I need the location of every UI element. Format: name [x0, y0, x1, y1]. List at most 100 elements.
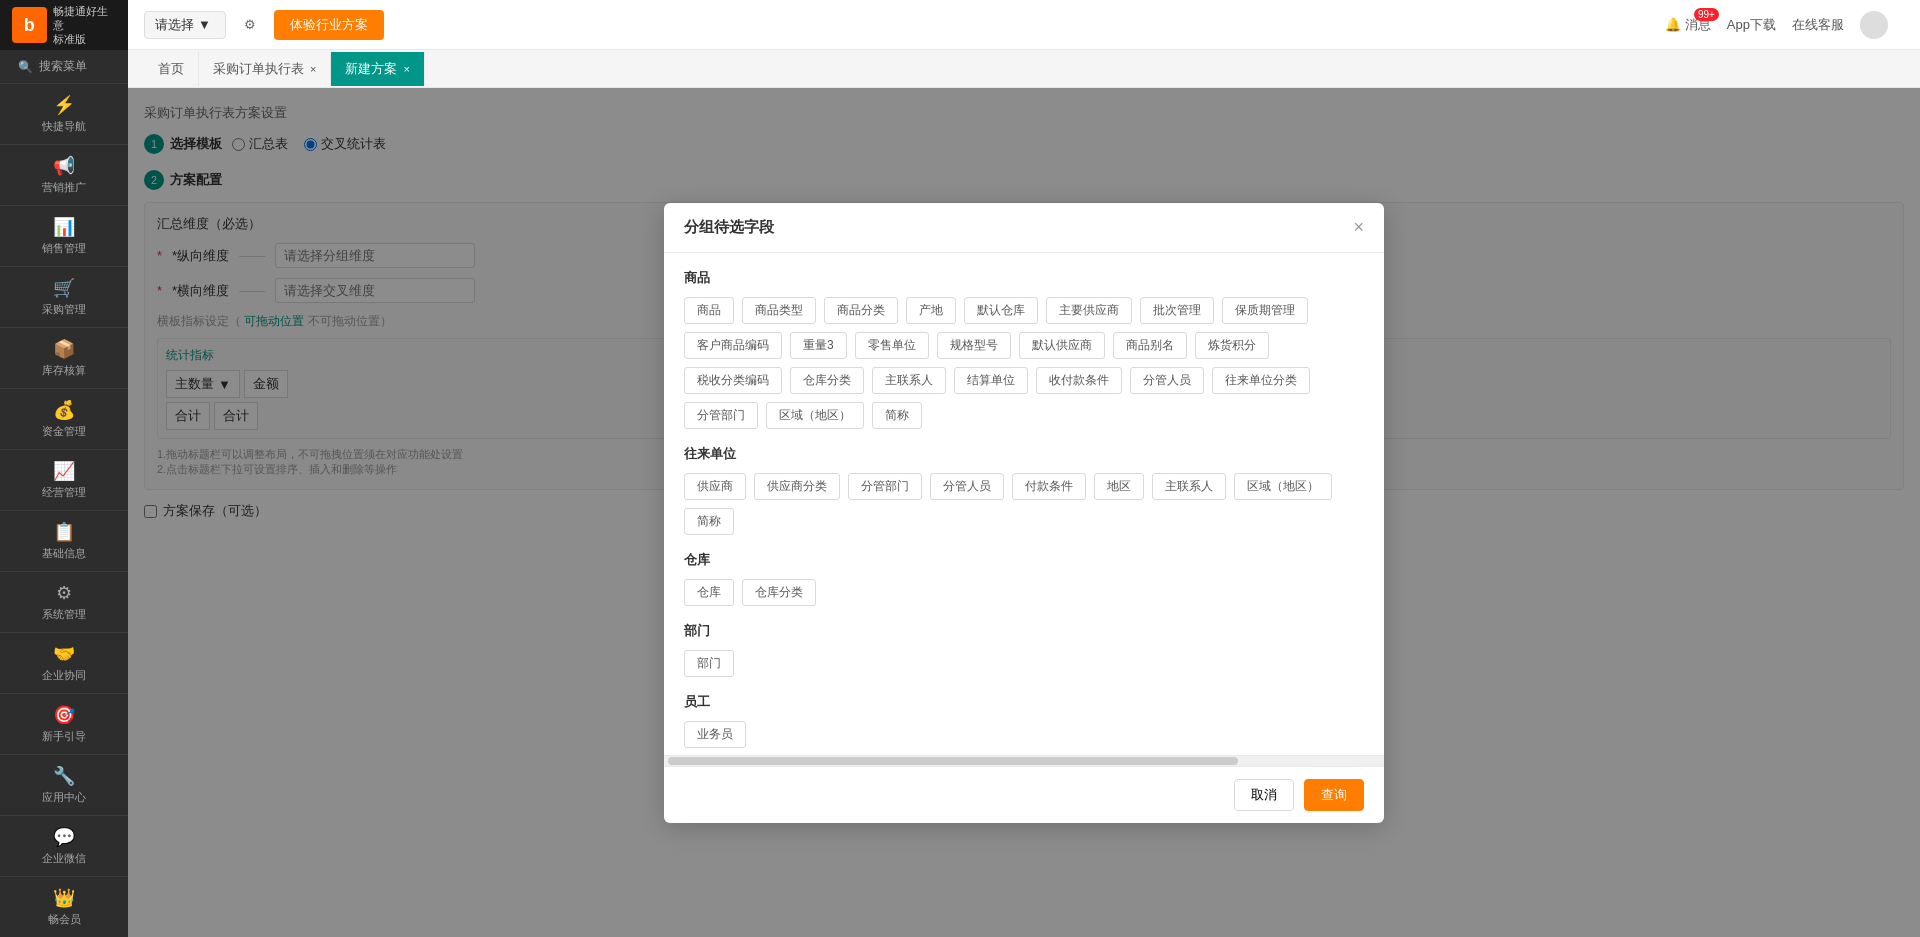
field-tag-0-20[interactable]: 分管人员 [1130, 367, 1204, 394]
field-tag-1-2[interactable]: 分管部门 [848, 473, 922, 500]
sidebar-item-10[interactable]: 🎯新手引导 [0, 694, 128, 755]
tab-2[interactable]: 新建方案× [331, 52, 424, 86]
tab-1[interactable]: 采购订单执行表× [199, 52, 331, 86]
sidebar-item-0[interactable]: ⚡快捷导航 [0, 84, 128, 145]
message-icon: 🔔 [1665, 17, 1681, 32]
sidebar-item-9[interactable]: 🤝企业协同 [0, 633, 128, 694]
sidebar-item-13[interactable]: 👑畅会员 [0, 877, 128, 937]
field-group-title-3: 部门 [684, 622, 1364, 640]
sidebar-icon-6: 📈 [53, 460, 75, 482]
cancel-button[interactable]: 取消 [1234, 779, 1294, 811]
logo-text: 畅捷通好生意 标准版 [53, 4, 116, 47]
field-tag-1-7[interactable]: 区域（地区） [1234, 473, 1332, 500]
field-tags-3: 部门 [684, 650, 1364, 677]
field-tag-0-21[interactable]: 往来单位分类 [1212, 367, 1310, 394]
field-tag-0-23[interactable]: 区域（地区） [766, 402, 864, 429]
field-tag-0-24[interactable]: 简称 [872, 402, 922, 429]
field-tag-0-10[interactable]: 零售单位 [855, 332, 929, 359]
field-tag-0-11[interactable]: 规格型号 [937, 332, 1011, 359]
field-tag-0-8[interactable]: 客户商品编码 [684, 332, 782, 359]
field-tag-0-9[interactable]: 重量3 [790, 332, 847, 359]
field-tag-1-6[interactable]: 主联系人 [1152, 473, 1226, 500]
sidebar-icon-8: ⚙ [56, 582, 72, 604]
field-tags-4: 业务员 [684, 721, 1364, 748]
app-download-link[interactable]: App下载 [1727, 16, 1776, 34]
field-tag-0-14[interactable]: 炼货积分 [1195, 332, 1269, 359]
confirm-button[interactable]: 查询 [1304, 779, 1364, 811]
field-group-4: 员工业务员 [684, 693, 1364, 748]
sidebar-icon-12: 💬 [53, 826, 75, 848]
sidebar-item-1[interactable]: 📢营销推广 [0, 145, 128, 206]
user-avatar[interactable] [1860, 11, 1888, 39]
main-area: 请选择 ▼ ⚙ 体验行业方案 🔔 99+ 消息 App下载 在线客服 首页采购 [128, 0, 1920, 937]
sidebar-search[interactable]: 🔍 搜索菜单 [0, 50, 128, 84]
sidebar-icon-10: 🎯 [53, 704, 75, 726]
sidebar-item-4[interactable]: 📦库存核算 [0, 328, 128, 389]
field-tag-1-8[interactable]: 简称 [684, 508, 734, 535]
sidebar-item-12[interactable]: 💬企业微信 [0, 816, 128, 877]
sidebar-item-2[interactable]: 📊销售管理 [0, 206, 128, 267]
field-tag-1-5[interactable]: 地区 [1094, 473, 1144, 500]
sidebar-item-8[interactable]: ⚙系统管理 [0, 572, 128, 633]
field-tag-2-1[interactable]: 仓库分类 [742, 579, 816, 606]
modal-body[interactable]: 商品商品商品类型商品分类产地默认仓库主要供应商批次管理保质期管理客户商品编码重量… [664, 253, 1384, 756]
field-tag-0-0[interactable]: 商品 [684, 297, 734, 324]
modal-overlay: 分组待选字段 × 商品商品商品类型商品分类产地默认仓库主要供应商批次管理保质期管… [128, 88, 1920, 937]
field-tag-0-18[interactable]: 结算单位 [954, 367, 1028, 394]
modal-close-button[interactable]: × [1353, 217, 1364, 238]
modal-horizontal-scrollbar [664, 755, 1384, 765]
online-service-link[interactable]: 在线客服 [1792, 16, 1844, 34]
field-tag-0-13[interactable]: 商品别名 [1113, 332, 1187, 359]
sidebar-item-6[interactable]: 📈经营管理 [0, 450, 128, 511]
sidebar-icon-7: 📋 [53, 521, 75, 543]
field-tag-0-5[interactable]: 主要供应商 [1046, 297, 1132, 324]
field-tag-0-19[interactable]: 收付款条件 [1036, 367, 1122, 394]
header-dropdown[interactable]: 请选择 ▼ [144, 11, 226, 39]
field-tag-2-0[interactable]: 仓库 [684, 579, 734, 606]
field-group-title-2: 仓库 [684, 551, 1364, 569]
sidebar-icon-1: 📢 [53, 155, 75, 177]
modal-header: 分组待选字段 × [664, 203, 1384, 253]
field-tag-0-3[interactable]: 产地 [906, 297, 956, 324]
field-select-modal: 分组待选字段 × 商品商品商品类型商品分类产地默认仓库主要供应商批次管理保质期管… [664, 203, 1384, 823]
tab-close-1[interactable]: × [310, 63, 316, 75]
field-tag-1-1[interactable]: 供应商分类 [754, 473, 840, 500]
sidebar-item-5[interactable]: 💰资金管理 [0, 389, 128, 450]
field-tag-0-16[interactable]: 仓库分类 [790, 367, 864, 394]
field-tag-1-4[interactable]: 付款条件 [1012, 473, 1086, 500]
page-content: 采购订单执行表方案设置 1 选择模板 汇总表 交叉统计表 [128, 88, 1920, 937]
field-tag-0-6[interactable]: 批次管理 [1140, 297, 1214, 324]
field-tag-0-12[interactable]: 默认供应商 [1019, 332, 1105, 359]
field-tag-0-1[interactable]: 商品类型 [742, 297, 816, 324]
header-left: 请选择 ▼ ⚙ 体验行业方案 [144, 9, 384, 41]
tab-close-2[interactable]: × [403, 63, 409, 75]
header-right: 🔔 99+ 消息 App下载 在线客服 [1665, 11, 1904, 39]
sidebar-item-3[interactable]: 🛒采购管理 [0, 267, 128, 328]
sidebar-icon-11: 🔧 [53, 765, 75, 787]
tabs-bar: 首页采购订单执行表×新建方案× [128, 50, 1920, 88]
field-tag-0-17[interactable]: 主联系人 [872, 367, 946, 394]
message-badge[interactable]: 🔔 99+ 消息 [1665, 16, 1711, 34]
header-settings-icon[interactable]: ⚙ [234, 9, 266, 41]
field-tag-0-4[interactable]: 默认仓库 [964, 297, 1038, 324]
trial-button[interactable]: 体验行业方案 [274, 10, 384, 40]
sidebar-icon-2: 📊 [53, 216, 75, 238]
field-tag-0-15[interactable]: 税收分类编码 [684, 367, 782, 394]
field-tag-4-0[interactable]: 业务员 [684, 721, 746, 748]
search-icon: 🔍 [18, 60, 33, 74]
field-tag-3-0[interactable]: 部门 [684, 650, 734, 677]
field-group-title-1: 往来单位 [684, 445, 1364, 463]
sidebar-item-7[interactable]: 📋基础信息 [0, 511, 128, 572]
field-tag-0-7[interactable]: 保质期管理 [1222, 297, 1308, 324]
field-tag-1-3[interactable]: 分管人员 [930, 473, 1004, 500]
top-header: 请选择 ▼ ⚙ 体验行业方案 🔔 99+ 消息 App下载 在线客服 [128, 0, 1920, 50]
field-tag-0-22[interactable]: 分管部门 [684, 402, 758, 429]
field-tag-0-2[interactable]: 商品分类 [824, 297, 898, 324]
sidebar-icon-13: 👑 [53, 887, 75, 909]
sidebar-logo: b 畅捷通好生意 标准版 [0, 0, 128, 50]
sidebar-item-11[interactable]: 🔧应用中心 [0, 755, 128, 816]
field-tag-1-0[interactable]: 供应商 [684, 473, 746, 500]
sidebar-icon-4: 📦 [53, 338, 75, 360]
sidebar-icon-0: ⚡ [53, 94, 75, 116]
tab-0[interactable]: 首页 [144, 52, 199, 86]
